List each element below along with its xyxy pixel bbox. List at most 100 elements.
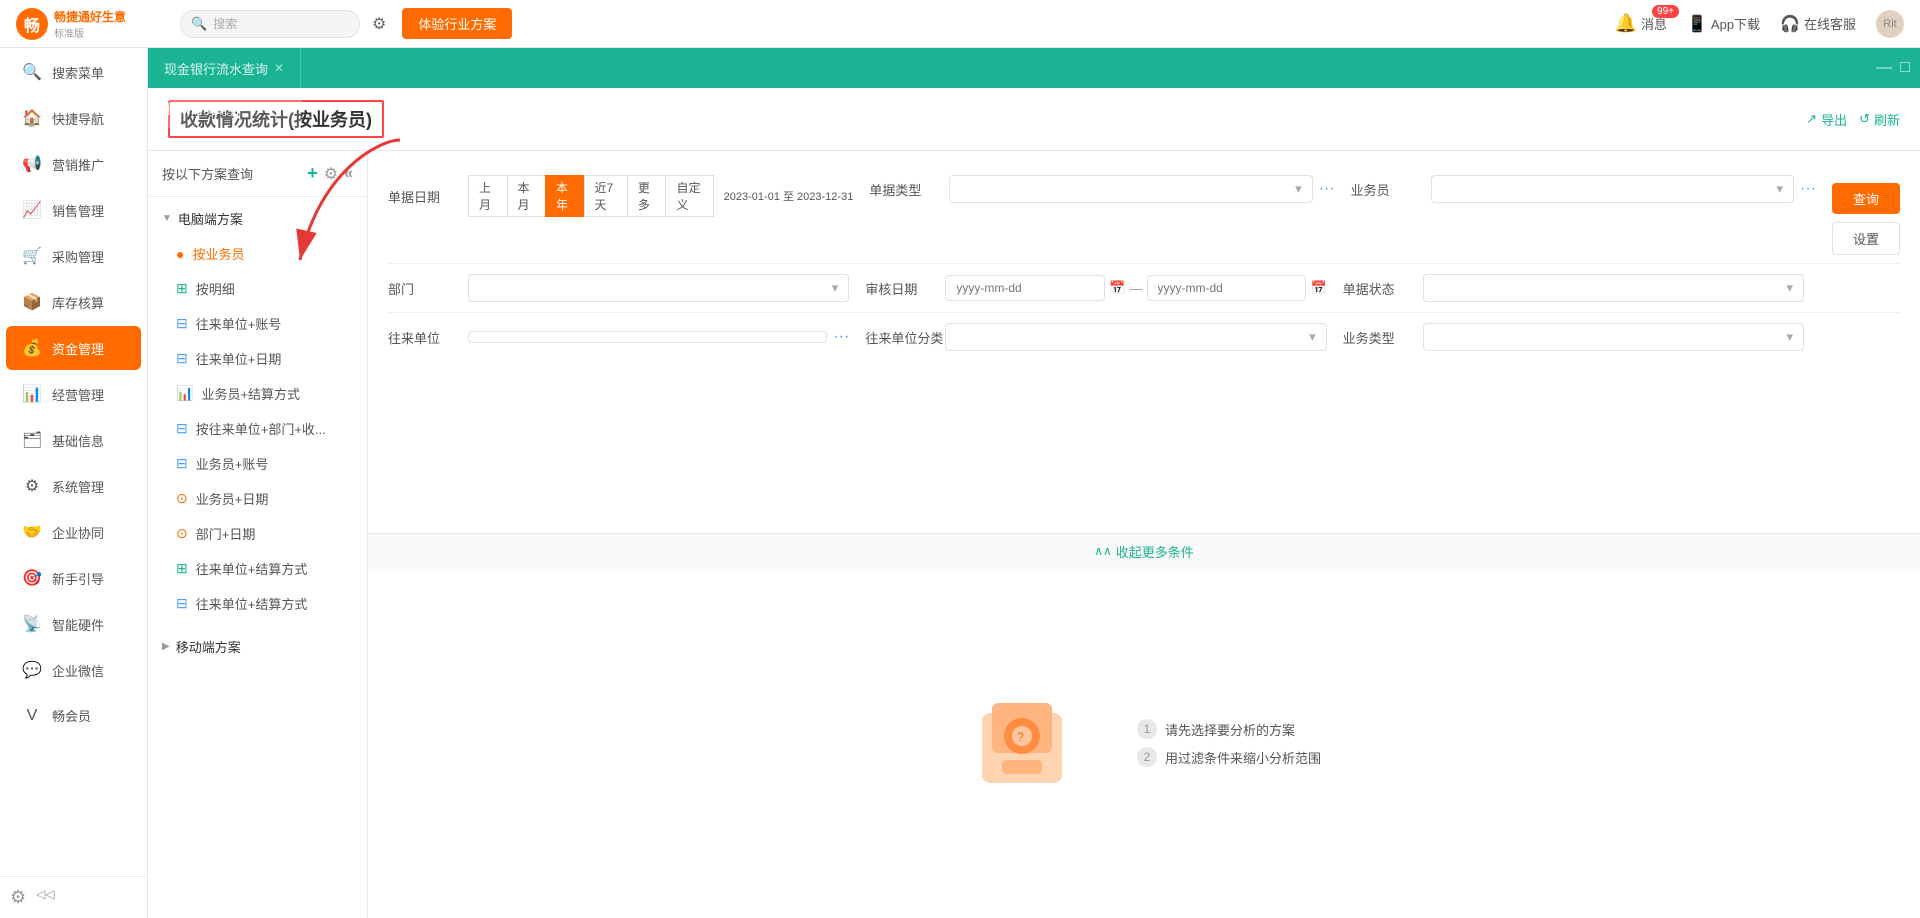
scheme-item-counterpart-settlement2[interactable]: ⊟往来单位+结算方式: [148, 586, 367, 621]
trial-btn[interactable]: 体验行业方案: [402, 8, 512, 39]
dept-control: ▾: [468, 274, 849, 302]
tab-bar-actions: — □: [1876, 59, 1920, 77]
message-btn[interactable]: 🔔 消息 99+: [1615, 13, 1667, 34]
quick-nav-icon: 🏠: [22, 108, 42, 128]
scheme-item-salesman-account[interactable]: ⊟业务员+账号: [148, 446, 367, 481]
sidebar-item-operation[interactable]: 📊经营管理: [6, 372, 141, 416]
search-menu-label: 搜索菜单: [52, 63, 104, 82]
scheme-item-by-salesman[interactable]: ●按业务员: [148, 236, 367, 271]
sidebar-item-purchase[interactable]: 🛒采购管理: [6, 234, 141, 278]
scheme-item-salesman-date[interactable]: ⊙ 业务员+日期: [148, 481, 367, 516]
sidebar-item-quick-nav[interactable]: 🏠 快捷导航: [6, 96, 141, 140]
scheme-icon-by-detail: ⊞: [176, 280, 188, 297]
system-label: 系统管理: [52, 477, 104, 496]
scheme-group-title-desktop[interactable]: ▼电脑端方案: [148, 201, 367, 236]
search-menu-icon: 🔍: [22, 62, 42, 82]
sidebar-item-inventory[interactable]: 📦库存核算: [6, 280, 141, 324]
scheme-item-counterpart-date[interactable]: ⊟往来单位+日期: [148, 341, 367, 376]
enterprise-icon: 🤝: [22, 522, 42, 542]
scheme-label-dept-date: 部门+日期: [196, 524, 256, 543]
tab-bank-flow[interactable]: 现金银行流水查询✕: [148, 48, 301, 88]
window-maximize-btn[interactable]: □: [1900, 59, 1910, 77]
filter-row-1: 单据日期 上月本月本年近7天更多自定义 2023-01-01 至 2023-12…: [388, 167, 1900, 264]
tab-collection-stat-close[interactable]: ✕: [248, 101, 258, 115]
counterpart-category-select[interactable]: ▾: [945, 323, 1326, 351]
sales-icon: 📈: [22, 200, 42, 220]
sidebar-item-capital[interactable]: 💰资金管理: [6, 326, 141, 370]
tip-2: 2 用过滤条件来缩小分析范围: [1137, 747, 1321, 767]
voucher-status-select[interactable]: ▾: [1423, 274, 1804, 302]
user-avatar[interactable]: Rit: [1876, 10, 1904, 38]
sidebar-item-search-menu[interactable]: 🔍 搜索菜单: [6, 50, 141, 94]
date-tab-本年[interactable]: 本年: [545, 175, 584, 217]
scheme-item-salesman-settlement[interactable]: 📊业务员+结算方式: [148, 376, 367, 411]
page-header-actions: ↗ 导出 ↺ 刷新: [1806, 110, 1900, 129]
business-type-select[interactable]: ▾: [1423, 323, 1804, 351]
sidebar-item-guide[interactable]: 🎯新手引导: [6, 556, 141, 600]
date-field: 单据日期 上月本月本年近7天更多自定义 2023-01-01 至 2023-12…: [388, 175, 853, 217]
cal-icon-start[interactable]: 📅: [1109, 280, 1125, 296]
date-tab-上月[interactable]: 上月: [468, 175, 507, 217]
scheme-item-counterpart-dept-collect[interactable]: ⊟按往来单位+部门+收...: [148, 411, 367, 446]
scheme-icon-dept-date: ⊙: [176, 525, 188, 542]
sidebar-item-system[interactable]: ⚙ 系统管理: [6, 464, 141, 508]
logo-area: 畅 畅捷通好生意 标准版: [16, 8, 164, 40]
scheme-add-btn[interactable]: +: [307, 163, 318, 184]
app-download-btn[interactable]: 📱 App下载: [1687, 14, 1760, 34]
collapse-bar[interactable]: ∧∧ 收起更多条件: [368, 533, 1920, 569]
scheme-item-by-detail[interactable]: ⊞按明细: [148, 271, 367, 306]
counterpart-more-icon[interactable]: ···: [833, 328, 849, 346]
quick-nav-label: 快捷导航: [52, 109, 104, 128]
scheme-settings-btn[interactable]: ⚙: [324, 164, 338, 184]
sidebar-item-marketing[interactable]: 📢营销推广: [6, 142, 141, 186]
set-btn[interactable]: 设置: [1832, 222, 1900, 255]
audit-date-end-input[interactable]: [1147, 275, 1307, 301]
date-tab-自定义[interactable]: 自定义: [665, 175, 713, 217]
scheme-label-salesman-date: 业务员+日期: [196, 489, 269, 508]
refresh-btn[interactable]: ↺ 刷新: [1859, 110, 1900, 129]
sidebar-collapse-icon[interactable]: ◁◁: [36, 887, 54, 908]
date-tab-本月[interactable]: 本月: [507, 175, 546, 217]
voucher-type-select[interactable]: ▾: [949, 175, 1312, 203]
dept-select[interactable]: ▾: [468, 274, 849, 302]
sidebar-settings-icon[interactable]: ⚙: [10, 887, 26, 908]
audit-date-start-input[interactable]: [945, 275, 1105, 301]
window-minimize-btn[interactable]: —: [1876, 59, 1892, 77]
query-btn[interactable]: 查询: [1832, 183, 1900, 214]
scheme-item-counterpart-account[interactable]: ⊟往来单位+账号: [148, 306, 367, 341]
dept-field: 部门 ▾: [388, 274, 849, 302]
date-tab-更多[interactable]: 更多: [627, 175, 666, 217]
salesman-more-icon[interactable]: ···: [1800, 180, 1816, 198]
sidebar-item-hardware[interactable]: 📡智能硬件: [6, 602, 141, 646]
scheme-collapse-btn[interactable]: «: [344, 165, 353, 183]
salesman-field: 业务员 ▾ ···: [1351, 175, 1816, 203]
sidebar-item-enterprise[interactable]: 🤝企业协同: [6, 510, 141, 554]
filter-row-3: 往来单位 ··· 往来单位分类: [388, 313, 1900, 361]
salesman-select[interactable]: ▾: [1431, 175, 1794, 203]
empty-illustration: ?: [967, 688, 1077, 798]
system-icon: ⚙: [22, 476, 42, 496]
scheme-label-salesman-account: 业务员+账号: [196, 454, 269, 473]
counterpart-field: 往来单位 ···: [388, 328, 849, 347]
sidebar-item-basic-info[interactable]: 🗂基础信息: [6, 418, 141, 462]
tab-collection-stat[interactable]: 收款情况统计✕: [148, 88, 301, 128]
sidebar-item-sales[interactable]: 📈销售管理: [6, 188, 141, 232]
voucher-type-more-icon[interactable]: ···: [1319, 180, 1335, 198]
salesman-label: 业务员: [1351, 180, 1423, 199]
counterpart-select[interactable]: [468, 331, 827, 343]
cal-icon-end[interactable]: 📅: [1310, 280, 1326, 296]
online-service-btn[interactable]: 🎧 在线客服: [1780, 14, 1856, 34]
scheme-icon-salesman-date: ⊙: [176, 490, 188, 507]
counterpart-control: ···: [468, 328, 849, 346]
scheme-item-counterpart-settlement[interactable]: ⊞往来单位+结算方式: [148, 551, 367, 586]
date-label: 单据日期: [388, 187, 460, 206]
settings-icon[interactable]: ⚙: [372, 14, 386, 34]
tab-bank-flow-close[interactable]: ✕: [274, 61, 284, 75]
export-btn[interactable]: ↗ 导出: [1806, 110, 1847, 129]
date-tab-近7天[interactable]: 近7天: [584, 175, 627, 217]
sidebar-item-wechat[interactable]: 💬企业微信: [6, 648, 141, 692]
scheme-group-title-mobile[interactable]: ▶移动端方案: [148, 629, 367, 664]
scheme-item-dept-date[interactable]: ⊙ 部门+日期: [148, 516, 367, 551]
global-search-bar[interactable]: 🔍 搜索: [180, 10, 360, 38]
sidebar-item-member[interactable]: V畅会员: [6, 694, 141, 737]
